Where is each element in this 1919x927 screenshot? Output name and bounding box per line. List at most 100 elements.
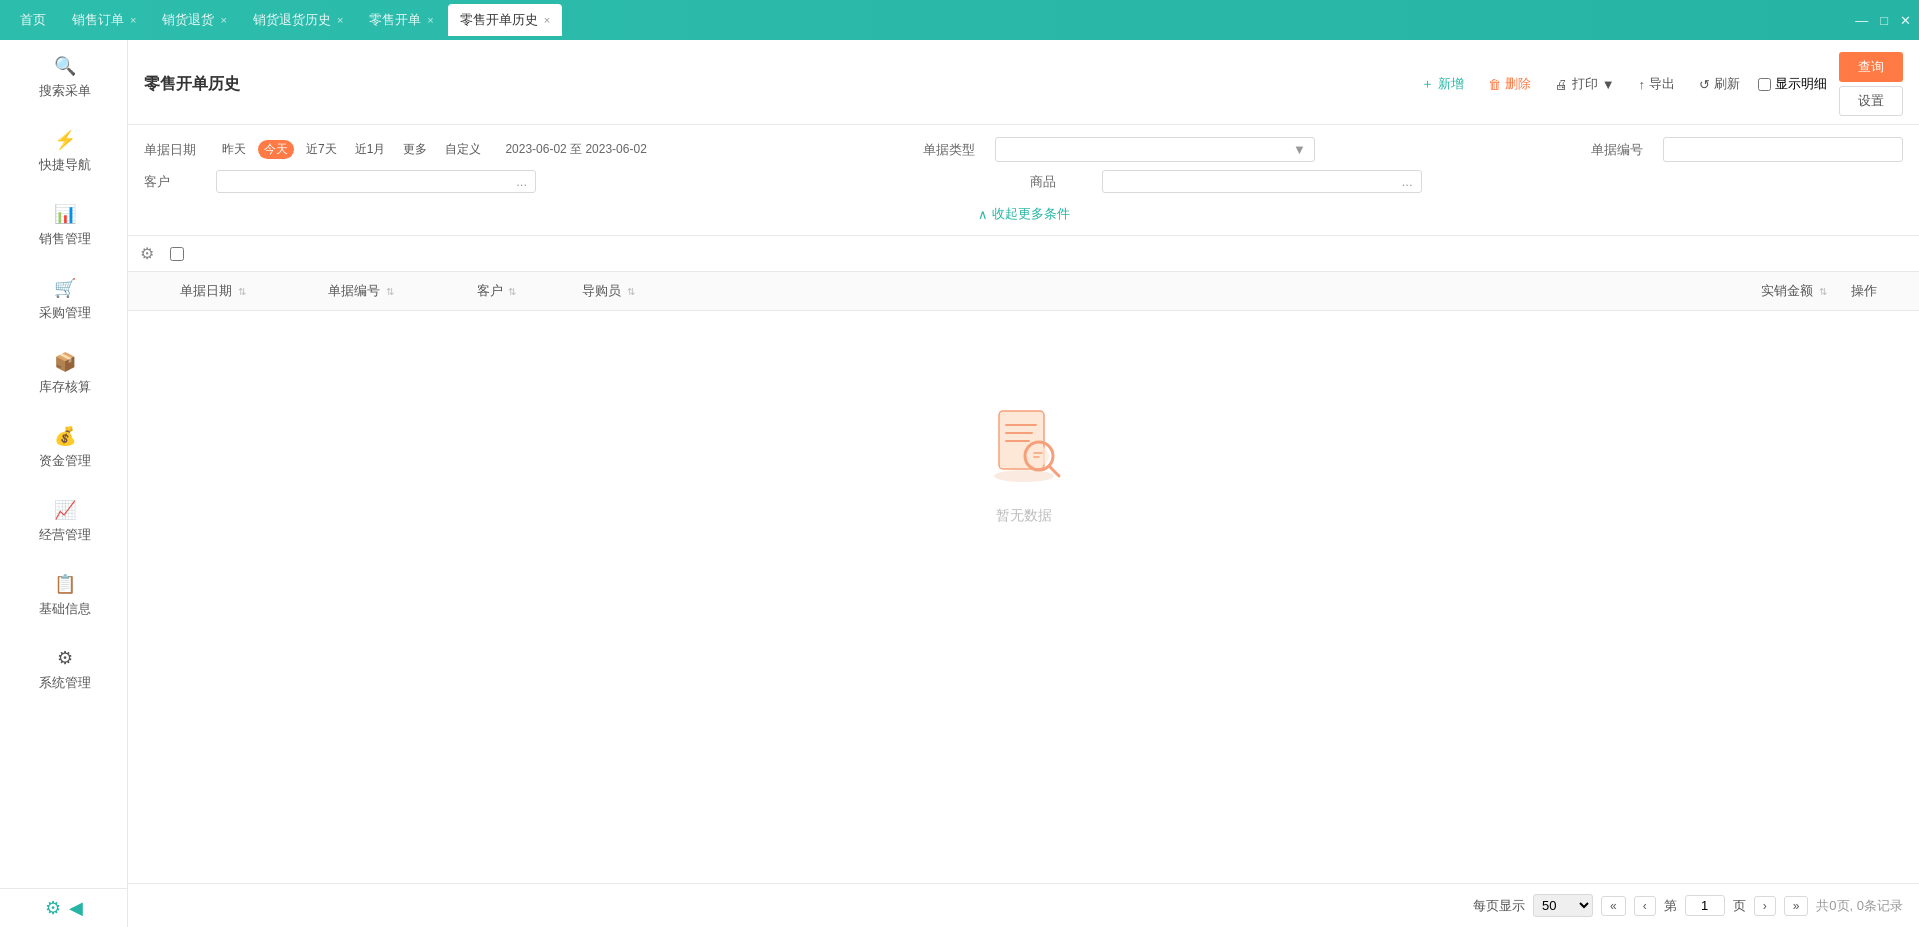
th-checkbox — [128, 272, 168, 311]
no-filter-label: 单据编号 — [1591, 141, 1651, 159]
minimize-btn[interactable]: — — [1855, 13, 1868, 28]
sidebar-settings-icon[interactable]: ⚙ — [45, 897, 61, 919]
sidebar-item-operation[interactable]: 📈 经营管理 — [0, 484, 127, 558]
customer-select[interactable]: ... — [216, 170, 536, 193]
filter-row-2: 客户 ... 商品 ... — [144, 170, 1903, 193]
collapse-row[interactable]: ∧ 收起更多条件 — [144, 201, 1903, 223]
th-customer-sort[interactable]: ⇅ — [508, 286, 516, 297]
per-page-select[interactable]: 50 10 20 100 — [1533, 894, 1593, 917]
customer-dots[interactable]: ... — [516, 174, 527, 189]
sales-mgmt-icon: 📊 — [53, 202, 77, 226]
th-date-sort[interactable]: ⇅ — [238, 286, 246, 297]
close-btn[interactable]: ✕ — [1900, 13, 1911, 28]
tab-retail-open-history[interactable]: 零售开单历史 × — [448, 4, 562, 36]
filter-row-1: 单据日期 昨天 今天 近7天 近1月 更多 自定义 2023-06-02 至 2… — [144, 137, 1903, 162]
sidebar-item-quick-nav[interactable]: ⚡ 快捷导航 — [0, 114, 127, 188]
tab-retail-open-history-label: 零售开单历史 — [460, 11, 538, 29]
empty-state: 暂无数据 — [128, 311, 1919, 605]
tab-sales-order-close[interactable]: × — [130, 14, 136, 26]
sidebar-item-sys-mgmt[interactable]: ⚙ 系统管理 — [0, 632, 127, 706]
th-date[interactable]: 单据日期 ⇅ — [168, 272, 316, 311]
date-custom[interactable]: 自定义 — [439, 140, 487, 159]
no-filter-input[interactable] — [1663, 137, 1903, 162]
sidebar-item-base-info[interactable]: 📋 基础信息 — [0, 558, 127, 632]
delete-button[interactable]: 🗑 删除 — [1482, 71, 1537, 97]
print-button[interactable]: 🖨 打印 ▼ — [1549, 71, 1621, 97]
sidebar-item-search[interactable]: 🔍 搜索采单 — [0, 40, 127, 114]
empty-illustration — [974, 391, 1074, 491]
th-no-sort[interactable]: ⇅ — [386, 286, 394, 297]
th-amount[interactable]: 实销金额 ⇅ — [1691, 272, 1839, 311]
restore-btn[interactable]: □ — [1880, 13, 1888, 28]
svg-point-7 — [1029, 446, 1049, 466]
date-range-display: 2023-06-02 至 2023-06-02 — [505, 141, 646, 158]
tab-sales-return[interactable]: 销货退货 × — [150, 4, 238, 36]
tab-retail-open-history-close[interactable]: × — [544, 14, 550, 26]
tab-retail-open-close[interactable]: × — [427, 14, 433, 26]
page-label: 第 — [1664, 897, 1677, 915]
data-table: 单据日期 ⇅ 单据编号 ⇅ 客户 ⇅ 导购员 ⇅ — [128, 272, 1919, 311]
svg-point-0 — [994, 470, 1054, 482]
type-select[interactable]: ▼ — [995, 137, 1315, 162]
table-settings-icon[interactable]: ⚙ — [140, 244, 154, 263]
type-dropdown-icon: ▼ — [1293, 142, 1306, 157]
th-salesperson[interactable]: 导购员 ⇅ — [570, 272, 697, 311]
page-first-btn[interactable]: « — [1601, 896, 1626, 916]
sidebar-item-sys-mgmt-label: 系统管理 — [39, 674, 91, 692]
sidebar-item-base-info-label: 基础信息 — [39, 600, 91, 618]
tab-home[interactable]: 首页 — [8, 4, 58, 36]
goods-select[interactable]: ... — [1102, 170, 1422, 193]
filter-area: 单据日期 昨天 今天 近7天 近1月 更多 自定义 2023-06-02 至 2… — [128, 125, 1919, 236]
delete-label: 删除 — [1505, 75, 1531, 93]
print-icon: 🖨 — [1555, 77, 1568, 92]
add-icon: ＋ — [1421, 75, 1434, 93]
th-salesperson-label: 导购员 — [582, 283, 621, 298]
tab-sales-return-close[interactable]: × — [220, 14, 226, 26]
table-wrapper: ⚙ 单据日期 ⇅ 单据编号 ⇅ — [128, 236, 1919, 883]
page-prev-btn[interactable]: ‹ — [1634, 896, 1656, 916]
sidebar-item-sales-mgmt[interactable]: 📊 销售管理 — [0, 188, 127, 262]
th-no-label: 单据编号 — [328, 283, 380, 298]
delete-icon: 🗑 — [1488, 77, 1501, 92]
date-last7[interactable]: 近7天 — [300, 140, 343, 159]
date-today[interactable]: 今天 — [258, 140, 294, 159]
tab-sales-order[interactable]: 销售订单 × — [60, 4, 148, 36]
tab-sales-return-history-close[interactable]: × — [337, 14, 343, 26]
date-last1m[interactable]: 近1月 — [349, 140, 392, 159]
per-page-label: 每页显示 — [1473, 897, 1525, 915]
sidebar-item-purchase-mgmt[interactable]: 🛒 采购管理 — [0, 262, 127, 336]
page-input[interactable] — [1685, 895, 1725, 916]
goods-dots[interactable]: ... — [1402, 174, 1413, 189]
date-more[interactable]: 更多 — [397, 140, 433, 159]
display-detail-checkbox[interactable] — [1758, 78, 1771, 91]
date-yesterday[interactable]: 昨天 — [216, 140, 252, 159]
select-all-checkbox[interactable] — [170, 247, 184, 261]
th-no[interactable]: 单据编号 ⇅ — [316, 272, 464, 311]
export-label: 导出 — [1649, 75, 1675, 93]
display-detail-toggle[interactable]: 显示明细 — [1758, 75, 1827, 93]
sidebar-item-inventory[interactable]: 📦 库存核算 — [0, 336, 127, 410]
window-controls: — □ ✕ — [1855, 13, 1911, 28]
query-button[interactable]: 查询 — [1839, 52, 1903, 82]
th-amount-sort[interactable]: ⇅ — [1819, 286, 1827, 297]
setting-button[interactable]: 设置 — [1839, 86, 1903, 116]
page-last-btn[interactable]: » — [1784, 896, 1809, 916]
th-salesperson-sort[interactable]: ⇅ — [627, 286, 635, 297]
export-button[interactable]: ↑ 导出 — [1633, 71, 1682, 97]
add-button[interactable]: ＋ 新增 — [1415, 71, 1470, 97]
base-info-icon: 📋 — [53, 572, 77, 596]
th-amount-label: 实销金额 — [1761, 283, 1813, 298]
sidebar-item-finance[interactable]: 💰 资金管理 — [0, 410, 127, 484]
table-header-row: 单据日期 ⇅ 单据编号 ⇅ 客户 ⇅ 导购员 ⇅ — [128, 272, 1919, 311]
page-next-btn[interactable]: › — [1754, 896, 1776, 916]
tab-home-label: 首页 — [20, 11, 46, 29]
pagination-bar: 每页显示 50 10 20 100 « ‹ 第 页 › » 共0页, 0条记录 — [128, 883, 1919, 927]
tab-sales-return-history[interactable]: 销货退货历史 × — [241, 4, 355, 36]
refresh-label: 刷新 — [1714, 75, 1740, 93]
tab-retail-open[interactable]: 零售开单 × — [357, 4, 445, 36]
tab-sales-return-label: 销货退货 — [162, 11, 214, 29]
page-header: 零售开单历史 ＋ 新增 🗑 删除 🖨 打印 ▼ ↑ 导出 — [128, 40, 1919, 125]
sidebar-collapse-icon[interactable]: ◀ — [69, 897, 83, 919]
refresh-button[interactable]: ↺ 刷新 — [1693, 71, 1746, 97]
th-customer[interactable]: 客户 ⇅ — [465, 272, 570, 311]
